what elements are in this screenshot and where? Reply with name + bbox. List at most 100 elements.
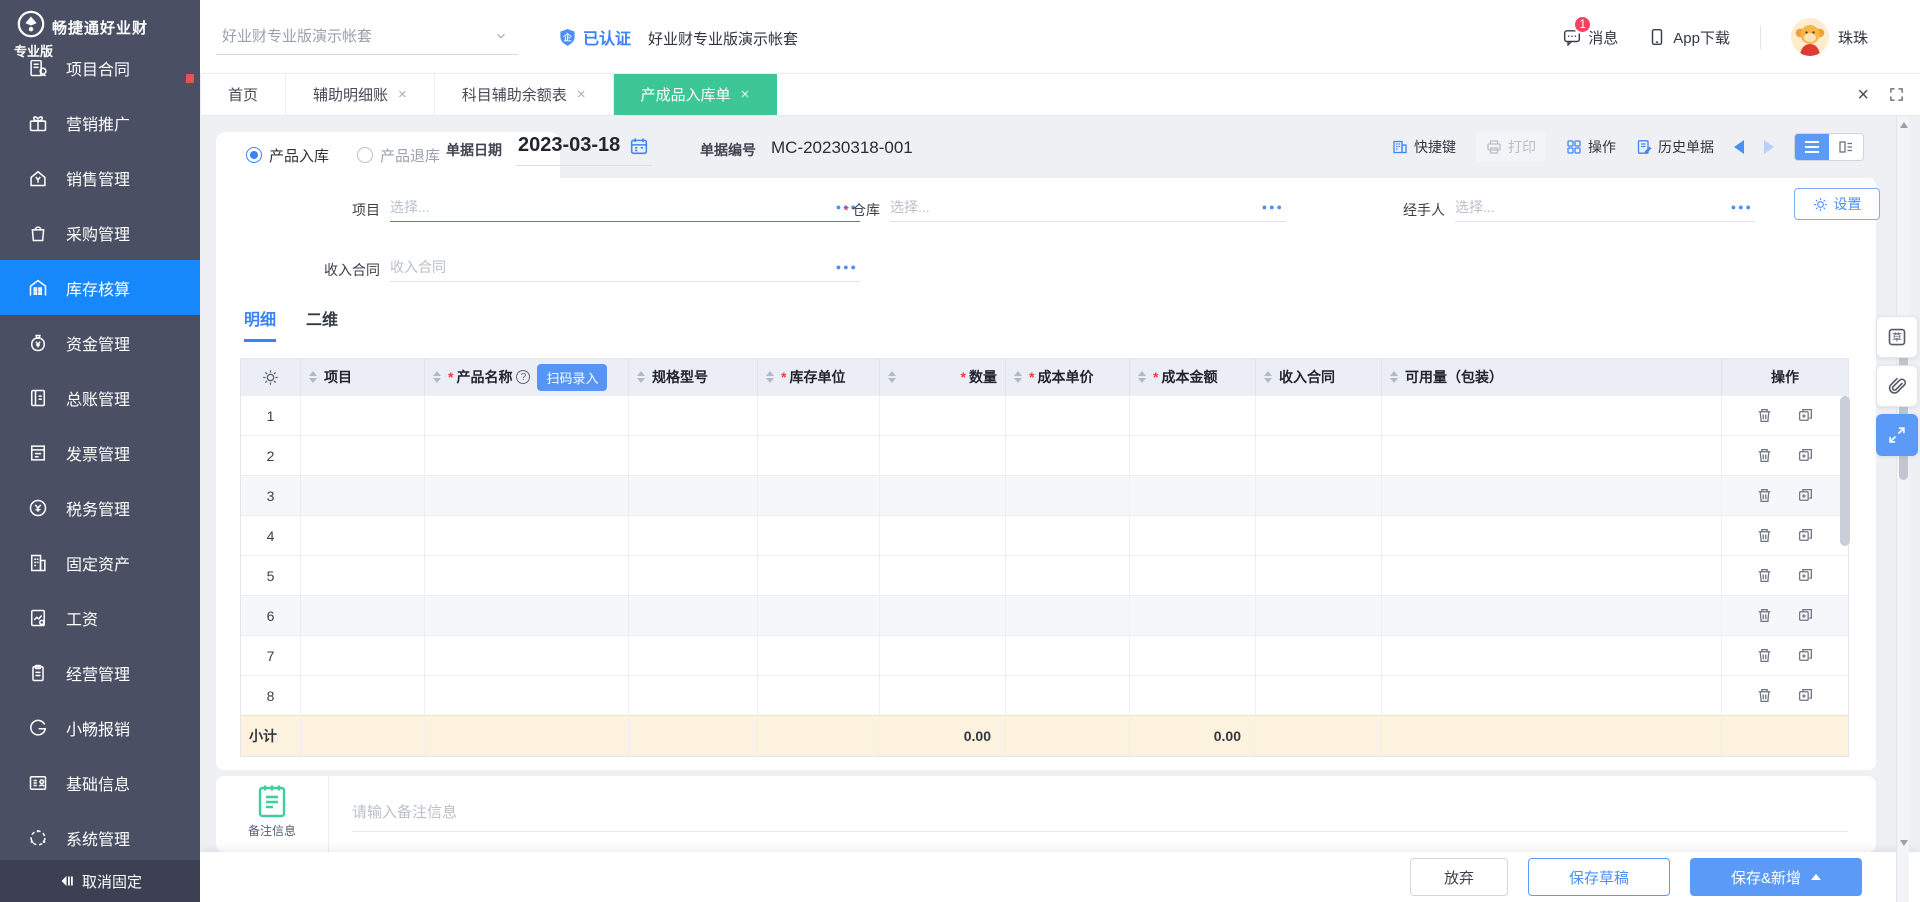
cell-amount[interactable] bbox=[1130, 635, 1256, 675]
column-header-contract[interactable]: 收入合同 bbox=[1256, 359, 1382, 395]
column-header-avail[interactable]: 可用量（包装） bbox=[1382, 359, 1722, 395]
column-header-qty[interactable]: * 数量 bbox=[880, 359, 1006, 395]
cell-qty[interactable] bbox=[880, 635, 1006, 675]
income-contract-more-icon[interactable]: ●●● bbox=[834, 262, 860, 272]
cell-project[interactable] bbox=[301, 515, 425, 555]
cell-product[interactable] bbox=[425, 675, 629, 715]
doc-date-picker[interactable]: 2023-03-18 bbox=[516, 128, 653, 166]
cell-price[interactable] bbox=[1006, 635, 1130, 675]
cell-qty[interactable] bbox=[880, 595, 1006, 635]
sidebar-item-tax[interactable]: 税务管理 bbox=[0, 480, 200, 535]
cell-qty[interactable] bbox=[880, 475, 1006, 515]
cell-product[interactable] bbox=[425, 395, 629, 435]
sidebar-item-project-contract[interactable]: 项目合同 bbox=[0, 60, 200, 95]
tab-two-dim[interactable]: 二维 bbox=[306, 306, 338, 342]
cell-price[interactable] bbox=[1006, 675, 1130, 715]
tab-detail[interactable]: 明细 bbox=[244, 306, 277, 342]
sort-icon[interactable] bbox=[433, 371, 441, 383]
cell-qty[interactable] bbox=[880, 675, 1006, 715]
cell-price[interactable] bbox=[1006, 515, 1130, 555]
sidebar-item-marketing[interactable]: 营销推广 bbox=[0, 95, 200, 150]
print-button[interactable]: 打印 bbox=[1476, 132, 1546, 162]
sidebar-item-inventory[interactable]: 库存核算 bbox=[0, 260, 200, 315]
history-docs-button[interactable]: 历史单据 bbox=[1636, 137, 1714, 157]
sidebar-item-expense[interactable]: 小畅报销 bbox=[0, 700, 200, 755]
copy-row-icon[interactable] bbox=[1797, 607, 1814, 624]
user-menu[interactable]: 珠珠 bbox=[1790, 18, 1868, 56]
column-settings-gear-icon[interactable] bbox=[262, 369, 279, 386]
income-contract-input[interactable] bbox=[390, 258, 834, 275]
cell-avail[interactable] bbox=[1382, 435, 1722, 475]
cell-price[interactable] bbox=[1006, 395, 1130, 435]
delete-row-icon[interactable] bbox=[1756, 567, 1773, 584]
sidebar-item-ledger[interactable]: 总账管理 bbox=[0, 370, 200, 425]
account-set-selector[interactable]: 好业财专业版演示帐套 bbox=[216, 17, 518, 55]
sort-icon[interactable] bbox=[1138, 371, 1146, 383]
cell-unit[interactable] bbox=[758, 635, 880, 675]
cell-contract[interactable] bbox=[1256, 635, 1382, 675]
sidebar-item-business[interactable]: 经营管理 bbox=[0, 645, 200, 700]
cell-spec[interactable] bbox=[629, 595, 758, 635]
cell-price[interactable] bbox=[1006, 555, 1130, 595]
cell-spec[interactable] bbox=[629, 435, 758, 475]
delete-row-icon[interactable] bbox=[1756, 407, 1773, 424]
column-header-product[interactable]: * 产品名称? 扫码录入 bbox=[425, 359, 629, 395]
cell-qty[interactable] bbox=[880, 435, 1006, 475]
cell-project[interactable] bbox=[301, 475, 425, 515]
column-header-spec[interactable]: 规格型号 bbox=[629, 359, 758, 395]
sort-icon[interactable] bbox=[766, 371, 774, 383]
cell-spec[interactable] bbox=[629, 475, 758, 515]
cell-spec[interactable] bbox=[629, 555, 758, 595]
cell-avail[interactable] bbox=[1382, 675, 1722, 715]
fullscreen-icon[interactable] bbox=[1889, 87, 1904, 102]
cell-amount[interactable] bbox=[1130, 675, 1256, 715]
sort-icon[interactable] bbox=[309, 371, 317, 383]
cell-product[interactable] bbox=[425, 475, 629, 515]
cell-project[interactable] bbox=[301, 635, 425, 675]
cell-amount[interactable] bbox=[1130, 435, 1256, 475]
cell-unit[interactable] bbox=[758, 595, 880, 635]
card-view-button[interactable] bbox=[1829, 134, 1863, 160]
discard-button[interactable]: 放弃 bbox=[1410, 858, 1508, 896]
close-tab-icon[interactable]: × bbox=[577, 87, 586, 102]
cell-product[interactable] bbox=[425, 595, 629, 635]
help-icon[interactable]: ? bbox=[516, 370, 531, 384]
cell-product[interactable] bbox=[425, 435, 629, 475]
copy-row-icon[interactable] bbox=[1797, 687, 1814, 704]
column-header-unit[interactable]: * 库存单位 bbox=[758, 359, 880, 395]
sort-icon[interactable] bbox=[1264, 371, 1272, 383]
sidebar-item-sales[interactable]: 销售管理 bbox=[0, 150, 200, 205]
cell-contract[interactable] bbox=[1256, 595, 1382, 635]
copy-row-icon[interactable] bbox=[1797, 647, 1814, 664]
warehouse-more-icon[interactable]: ●●● bbox=[1260, 202, 1286, 212]
cell-project[interactable] bbox=[301, 435, 425, 475]
cell-spec[interactable] bbox=[629, 515, 758, 555]
handler-more-icon[interactable]: ●●● bbox=[1729, 202, 1755, 212]
cell-contract[interactable] bbox=[1256, 675, 1382, 715]
radio-product-inbound[interactable]: 产品入库 bbox=[246, 145, 329, 166]
grid-scrollbar-thumb[interactable] bbox=[1840, 396, 1850, 546]
cell-spec[interactable] bbox=[629, 675, 758, 715]
cell-project[interactable] bbox=[301, 595, 425, 635]
delete-row-icon[interactable] bbox=[1756, 447, 1773, 464]
cell-avail[interactable] bbox=[1382, 595, 1722, 635]
save-and-new-button[interactable]: 保存&新增 bbox=[1690, 858, 1862, 896]
radio-product-return[interactable]: 产品退库 bbox=[357, 145, 440, 166]
attachment-button[interactable] bbox=[1876, 365, 1918, 407]
column-header-amount[interactable]: * 成本金额 bbox=[1130, 359, 1256, 395]
cell-contract[interactable] bbox=[1256, 475, 1382, 515]
delete-row-icon[interactable] bbox=[1756, 647, 1773, 664]
cell-amount[interactable] bbox=[1130, 475, 1256, 515]
copy-row-icon[interactable] bbox=[1797, 407, 1814, 424]
sidebar-item-salary[interactable]: 工资 bbox=[0, 590, 200, 645]
expand-button[interactable] bbox=[1876, 414, 1918, 456]
cell-unit[interactable] bbox=[758, 515, 880, 555]
sort-icon[interactable] bbox=[888, 371, 896, 383]
tab-product-inbound[interactable]: 产成品入库单 × bbox=[613, 74, 778, 115]
sidebar-item-invoice[interactable]: 发票管理 bbox=[0, 425, 200, 480]
close-all-tabs-icon[interactable]: × bbox=[1857, 85, 1869, 105]
cell-amount[interactable] bbox=[1130, 395, 1256, 435]
cell-qty[interactable] bbox=[880, 515, 1006, 555]
cell-price[interactable] bbox=[1006, 475, 1130, 515]
cell-spec[interactable] bbox=[629, 635, 758, 675]
